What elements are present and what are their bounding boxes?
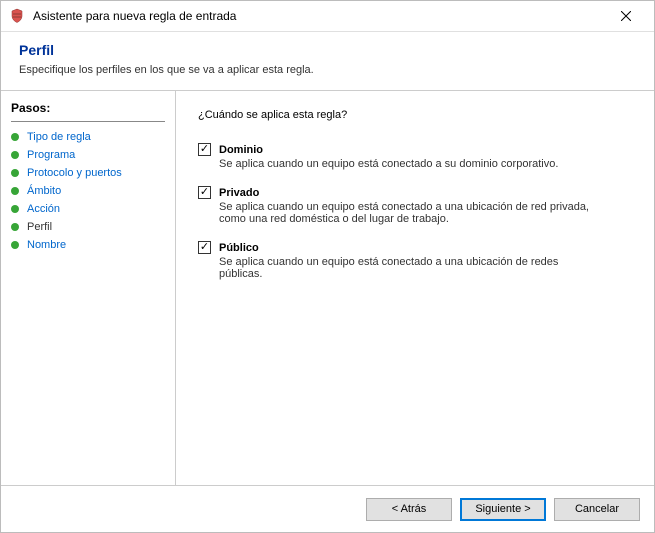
step-label: Ámbito	[27, 185, 61, 197]
page-subtitle: Especifique los perfiles en los que se v…	[19, 64, 636, 76]
step-tipo-de-regla[interactable]: Tipo de regla	[11, 128, 165, 146]
profile-option-dominio: Dominio Se aplica cuando un equipo está c…	[198, 143, 632, 170]
step-bullet-icon	[11, 133, 19, 141]
option-row: Dominio	[198, 143, 632, 156]
profile-option-público: Público Se aplica cuando un equipo está c…	[198, 241, 632, 280]
step-label: Nombre	[27, 239, 66, 251]
step-bullet-icon	[11, 187, 19, 195]
step-perfil[interactable]: Perfil	[11, 218, 165, 236]
step-label: Programa	[27, 149, 75, 161]
steps-heading: Pasos:	[11, 101, 165, 115]
checkbox-público[interactable]	[198, 241, 211, 254]
option-row: Público	[198, 241, 632, 254]
option-description: Se aplica cuando un equipo está conectad…	[219, 201, 599, 225]
step-bullet-icon	[11, 169, 19, 177]
steps-separator	[11, 121, 165, 122]
next-button[interactable]: Siguiente >	[460, 498, 546, 521]
step-acci-n[interactable]: Acción	[11, 200, 165, 218]
step-bullet-icon	[11, 205, 19, 213]
step-nombre[interactable]: Nombre	[11, 236, 165, 254]
page-title: Perfil	[19, 42, 636, 58]
step-label: Protocolo y puertos	[27, 167, 122, 179]
content-panel: ¿Cuándo se aplica esta regla? Dominio Se …	[176, 91, 654, 485]
cancel-button[interactable]: Cancelar	[554, 498, 640, 521]
step-label: Acción	[27, 203, 60, 215]
step-label: Perfil	[27, 221, 52, 233]
checkbox-dominio[interactable]	[198, 143, 211, 156]
option-label: Privado	[219, 187, 259, 199]
step-protocolo-y-puertos[interactable]: Protocolo y puertos	[11, 164, 165, 182]
step-bullet-icon	[11, 241, 19, 249]
option-description: Se aplica cuando un equipo está conectad…	[219, 256, 599, 280]
content-prompt: ¿Cuándo se aplica esta regla?	[198, 109, 632, 121]
steps-sidebar: Pasos: Tipo de regla Programa Protocolo y …	[1, 91, 176, 485]
titlebar: Asistente para nueva regla de entrada	[1, 1, 654, 32]
option-label: Público	[219, 242, 259, 254]
option-description: Se aplica cuando un equipo está conectad…	[219, 158, 599, 170]
profile-option-privado: Privado Se aplica cuando un equipo está c…	[198, 186, 632, 225]
close-button[interactable]	[606, 2, 646, 30]
step-label: Tipo de regla	[27, 131, 91, 143]
step-bullet-icon	[11, 223, 19, 231]
back-button[interactable]: < Atrás	[366, 498, 452, 521]
close-icon	[621, 11, 631, 21]
step-programa[interactable]: Programa	[11, 146, 165, 164]
footer-buttons: < Atrás Siguiente > Cancelar	[1, 485, 654, 532]
body: Pasos: Tipo de regla Programa Protocolo y …	[1, 91, 654, 485]
step--mbito[interactable]: Ámbito	[11, 182, 165, 200]
step-bullet-icon	[11, 151, 19, 159]
checkbox-privado[interactable]	[198, 186, 211, 199]
wizard-window: Asistente para nueva regla de entrada Pe…	[0, 0, 655, 533]
firewall-icon	[9, 8, 25, 24]
window-title: Asistente para nueva regla de entrada	[33, 9, 606, 23]
option-row: Privado	[198, 186, 632, 199]
option-label: Dominio	[219, 144, 263, 156]
header-band: Perfil Especifique los perfiles en los q…	[1, 32, 654, 91]
